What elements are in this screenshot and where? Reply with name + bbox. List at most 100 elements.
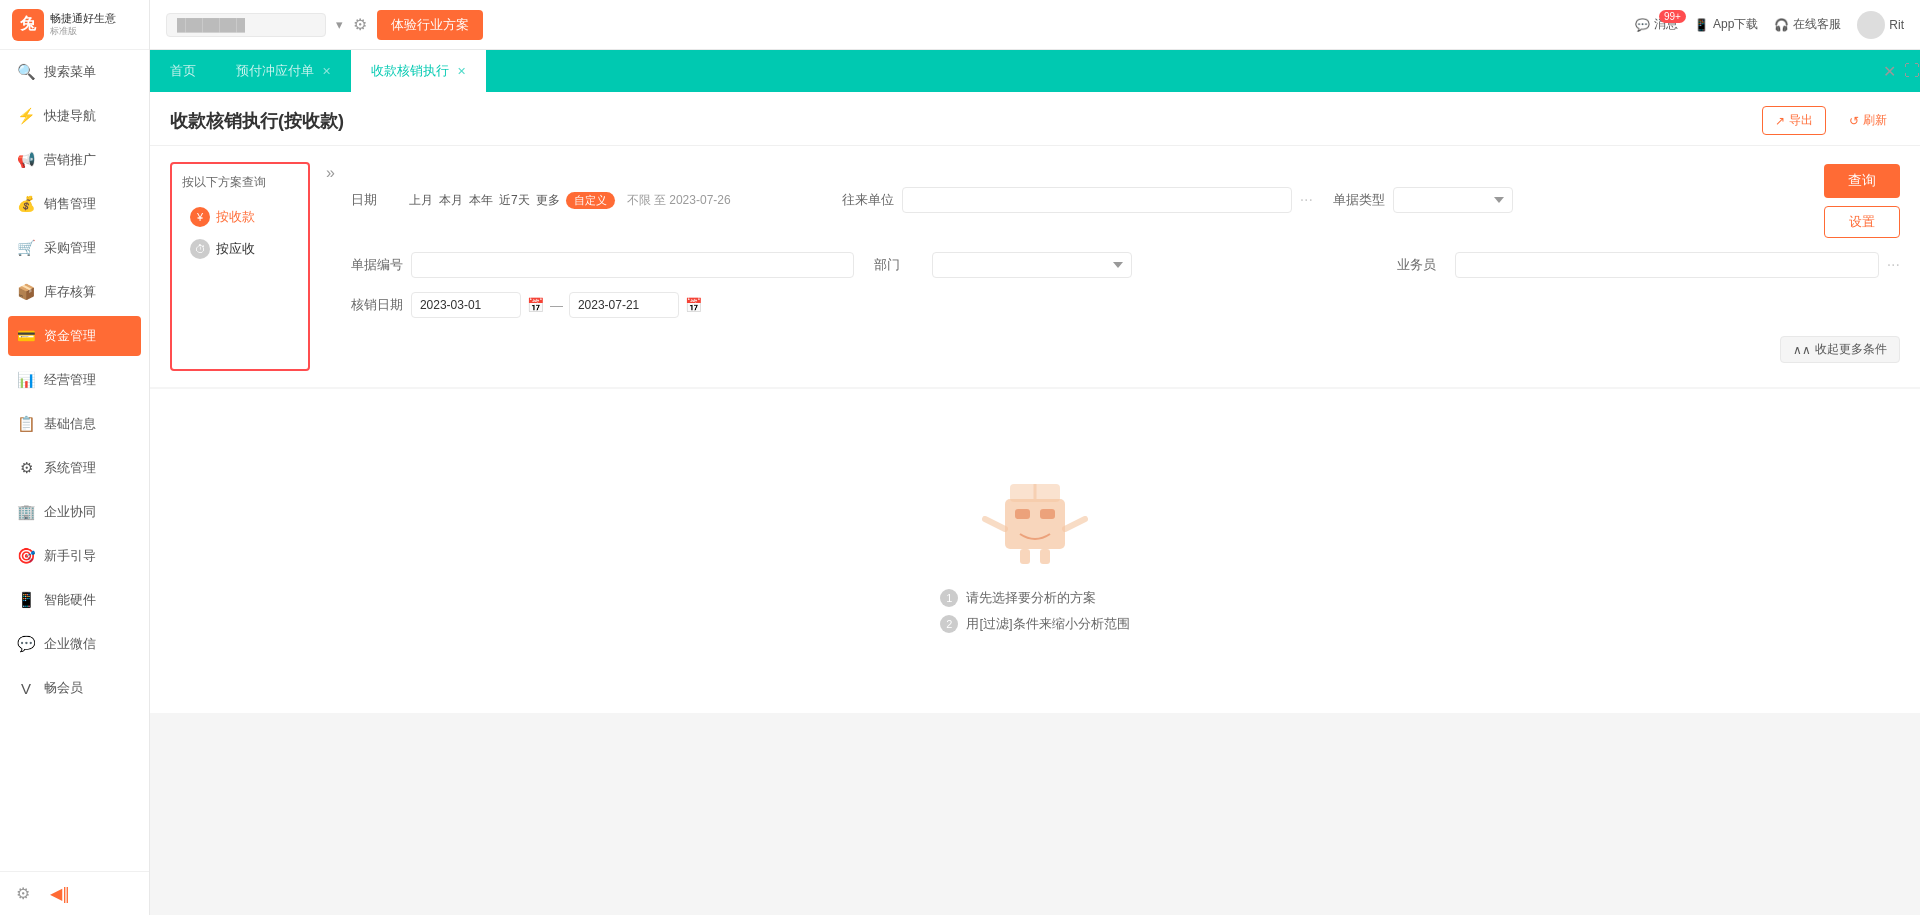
sidebar-item-label: 搜索菜单: [44, 63, 96, 81]
sidebar-item-marketing[interactable]: 📢 营销推广: [0, 138, 149, 182]
settings-button[interactable]: 设置: [1824, 206, 1900, 238]
tab-prepay-label: 预付冲应付单: [236, 62, 314, 80]
app-name: 畅捷通好生意: [50, 11, 116, 25]
date-range-display: 不限 至 2023-07-26: [627, 192, 731, 209]
content-area: 收款核销执行(按收款) ↗ 导出 ↺ 刷新 按以下方案查询 ¥ 按收款: [150, 92, 1920, 915]
date-7days[interactable]: 近7天: [499, 192, 530, 209]
sidebar-item-label: 畅会员: [44, 679, 83, 697]
solution-button[interactable]: 体验行业方案: [377, 10, 483, 40]
sidebar-item-search[interactable]: 🔍 搜索菜单: [0, 50, 149, 94]
partner-input[interactable]: [902, 187, 1292, 213]
filter-group-bill-no: 单据编号: [351, 252, 854, 278]
filter-option-receipt-label: 按收款: [216, 208, 255, 226]
dept-select[interactable]: [932, 252, 1132, 278]
main-area: ████████ ▾ ⚙ 体验行业方案 💬 消息 99+ 📱 App下载 🎧 在…: [150, 0, 1920, 915]
filter-group-date: 日期 上月 本月 本年 近7天 更多 自定义 不限 至 2023-07-26: [351, 191, 822, 209]
tab-receipt[interactable]: 收款核销执行 ✕: [351, 50, 486, 92]
filter-panel-title: 按以下方案查询: [182, 174, 298, 191]
app-icon: 📱: [1694, 18, 1709, 32]
svg-rect-1: [1015, 509, 1030, 519]
tab-receipt-close[interactable]: ✕: [457, 65, 466, 78]
expand-more-button[interactable]: ∧∧ 收起更多条件: [1780, 336, 1900, 363]
sidebar-item-hardware[interactable]: 📱 智能硬件: [0, 578, 149, 622]
sidebar-footer: ⚙ ◀‖: [0, 871, 149, 915]
filter-collapse-button[interactable]: »: [326, 164, 335, 182]
sidebar-item-label: 系统管理: [44, 459, 96, 477]
sidebar-item-finance[interactable]: 💳 资金管理: [8, 316, 141, 356]
sidebar-item-system[interactable]: ⚙ 系统管理: [0, 446, 149, 490]
tab-receipt-label: 收款核销执行: [371, 62, 449, 80]
query-button[interactable]: 查询: [1824, 164, 1900, 198]
sidebar-item-wechat[interactable]: 💬 企业微信: [0, 622, 149, 666]
collapse-sidebar-icon[interactable]: ◀‖: [50, 884, 70, 903]
header-dropdown-icon[interactable]: ▾: [336, 17, 343, 32]
sidebar-item-inventory[interactable]: 📦 库存核算: [0, 270, 149, 314]
date-this-year[interactable]: 本年: [469, 192, 493, 209]
sidebar-item-sales[interactable]: 💰 销售管理: [0, 182, 149, 226]
filter-option-by-receivable[interactable]: ⏱ 按应收: [182, 233, 298, 265]
header-search-bar[interactable]: ████████: [166, 13, 326, 37]
verify-date-from-cal-icon[interactable]: 📅: [527, 297, 544, 313]
online-service-button[interactable]: 🎧 在线客服: [1774, 16, 1841, 33]
salesperson-input[interactable]: [1455, 252, 1879, 278]
date-custom-badge[interactable]: 自定义: [566, 192, 615, 209]
settings-gear-icon[interactable]: ⚙: [16, 884, 30, 903]
tab-expand-icon[interactable]: ⛶: [1904, 62, 1920, 80]
svg-line-4: [1065, 519, 1085, 529]
sidebar-item-label: 快捷导航: [44, 107, 96, 125]
sidebar-item-purchase[interactable]: 🛒 采购管理: [0, 226, 149, 270]
refresh-button[interactable]: ↺ 刷新: [1836, 106, 1900, 135]
top-header: ████████ ▾ ⚙ 体验行业方案 💬 消息 99+ 📱 App下载 🎧 在…: [150, 0, 1920, 50]
verify-date-from-input[interactable]: [411, 292, 521, 318]
basics-icon: 📋: [16, 414, 36, 434]
filter-group-verify-date: 核销日期 📅 — 📅: [351, 292, 1900, 318]
refresh-label: 刷新: [1863, 112, 1887, 129]
sidebar-item-guide[interactable]: 🎯 新手引导: [0, 534, 149, 578]
refresh-icon: ↺: [1849, 114, 1859, 128]
partner-more-icon[interactable]: ···: [1300, 191, 1313, 209]
svg-rect-5: [1020, 549, 1030, 564]
date-this-month[interactable]: 本月: [439, 192, 463, 209]
tab-close-icon[interactable]: ✕: [1883, 62, 1896, 81]
bill-type-select[interactable]: [1393, 187, 1513, 213]
collab-icon: 🏢: [16, 502, 36, 522]
purchase-icon: 🛒: [16, 238, 36, 258]
sidebar-item-management[interactable]: 📊 经营管理: [0, 358, 149, 402]
filter-row-1: 日期 上月 本月 本年 近7天 更多 自定义 不限 至 2023-07-26: [351, 162, 1900, 238]
bill-no-input[interactable]: [411, 252, 854, 278]
filter-form: 日期 上月 本月 本年 近7天 更多 自定义 不限 至 2023-07-26: [351, 162, 1900, 371]
member-icon: V: [16, 678, 36, 698]
expand-more-icon: ∧∧: [1793, 343, 1811, 357]
svg-rect-6: [1040, 549, 1050, 564]
user-avatar: [1857, 11, 1885, 39]
svg-line-3: [985, 519, 1005, 529]
sidebar-item-member[interactable]: V 畅会员: [0, 666, 149, 710]
date-more[interactable]: 更多: [536, 192, 560, 209]
message-button[interactable]: 💬 消息 99+: [1635, 16, 1678, 33]
message-icon: 💬: [1635, 18, 1650, 32]
marketing-icon: 📢: [16, 150, 36, 170]
empty-tip-1-text: 请先选择要分析的方案: [966, 589, 1096, 607]
expand-more-row: ∧∧ 收起更多条件: [351, 332, 1900, 371]
tab-home[interactable]: 首页: [150, 50, 216, 92]
sidebar-item-quicknav[interactable]: ⚡ 快捷导航: [0, 94, 149, 138]
app-download-button[interactable]: 📱 App下载: [1694, 16, 1758, 33]
salesperson-more-icon[interactable]: ···: [1887, 256, 1900, 274]
header-gear-icon[interactable]: ⚙: [353, 15, 367, 34]
export-button[interactable]: ↗ 导出: [1762, 106, 1826, 135]
receipt-scheme-icon: ¥: [190, 207, 210, 227]
service-icon: 🎧: [1774, 18, 1789, 32]
sidebar-menu: 🔍 搜索菜单 ⚡ 快捷导航 📢 营销推广 💰 销售管理 🛒 采购管理 📦 库存核…: [0, 50, 149, 871]
management-icon: 📊: [16, 370, 36, 390]
filter-option-by-receipt[interactable]: ¥ 按收款: [182, 201, 298, 233]
app-download-label: App下载: [1713, 16, 1758, 33]
date-last-month[interactable]: 上月: [409, 192, 433, 209]
verify-date-to-cal-icon[interactable]: 📅: [685, 297, 702, 313]
sidebar-item-collab[interactable]: 🏢 企业协同: [0, 490, 149, 534]
tab-prepay-close[interactable]: ✕: [322, 65, 331, 78]
verify-date-to-input[interactable]: [569, 292, 679, 318]
message-badge: 99+: [1659, 10, 1686, 23]
user-profile[interactable]: Rit: [1857, 11, 1904, 39]
sidebar-item-basics[interactable]: 📋 基础信息: [0, 402, 149, 446]
tab-prepay[interactable]: 预付冲应付单 ✕: [216, 50, 351, 92]
